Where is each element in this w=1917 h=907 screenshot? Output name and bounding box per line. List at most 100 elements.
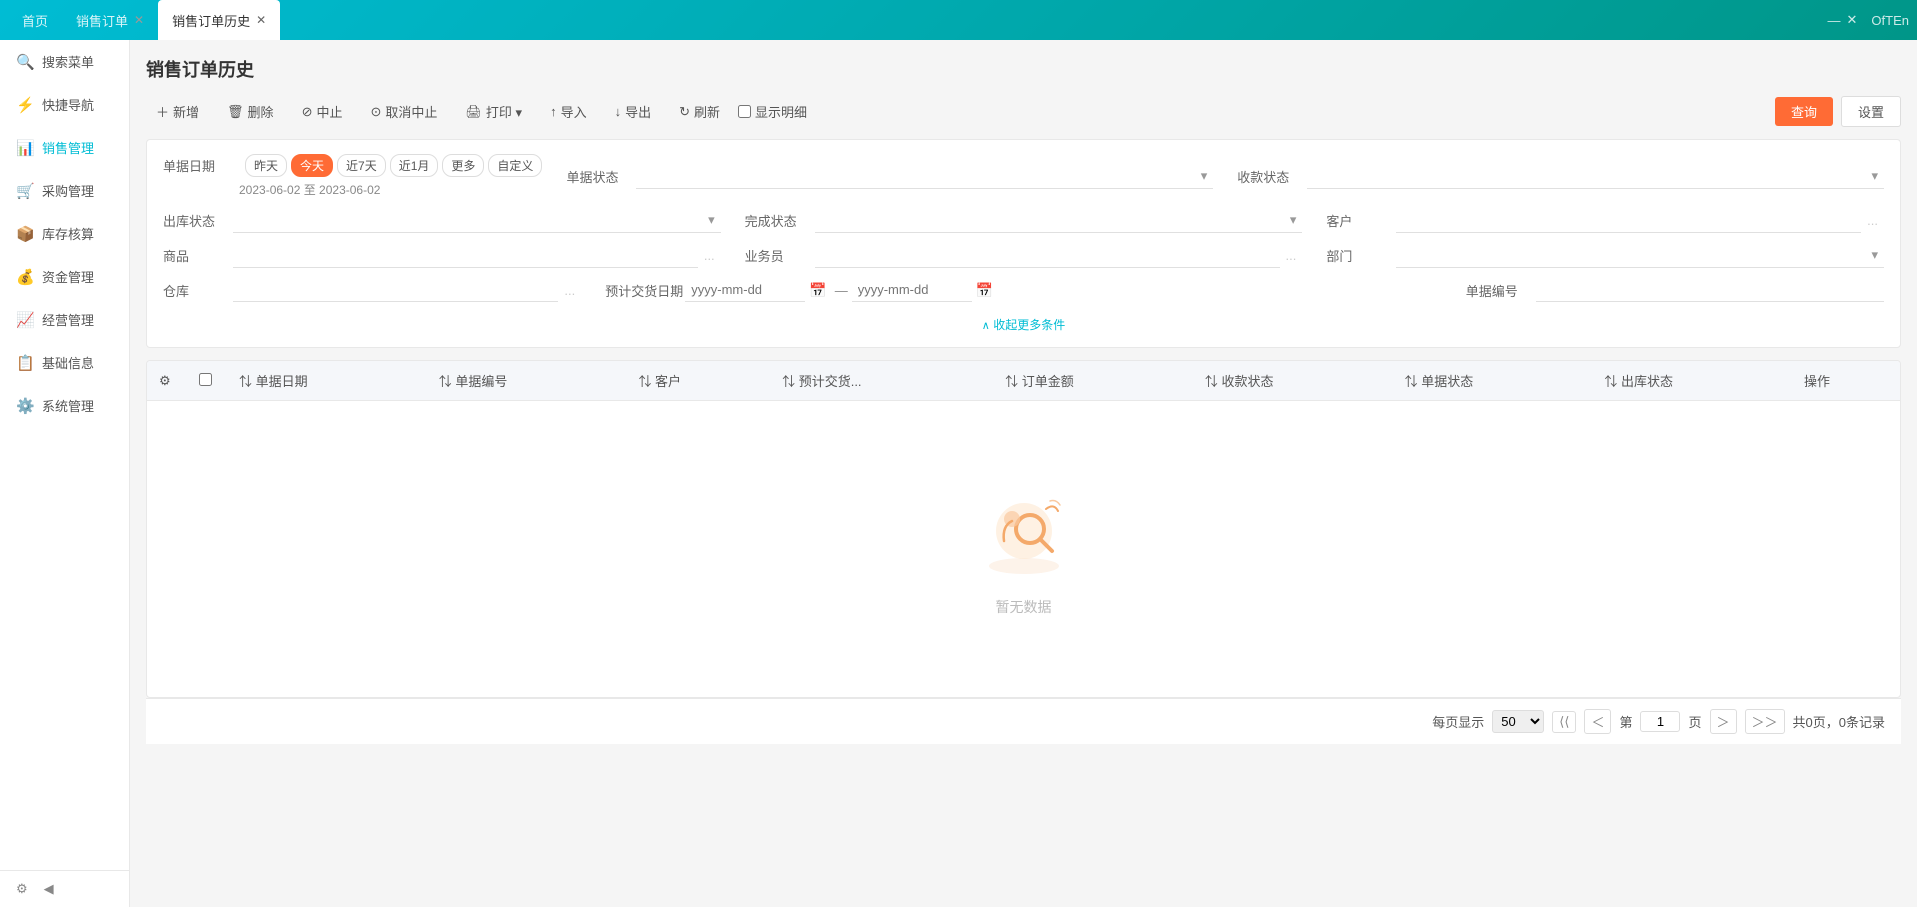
date-btn-today[interactable]: 今天 <box>291 154 333 177</box>
delete-icon: 🗑 <box>227 104 244 120</box>
sales-mgmt-icon: 📊 <box>16 139 34 157</box>
col-amount[interactable]: ⇅ 订单金额 <box>993 361 1193 401</box>
delivery-date-field: 预计交货日期 📅 — 📅 <box>605 278 1442 302</box>
current-page-input[interactable] <box>1640 711 1680 732</box>
calendar-to-icon[interactable]: 📅 <box>976 282 993 299</box>
window-min[interactable]: — <box>1828 13 1841 28</box>
export-icon: ↓ <box>615 104 622 119</box>
export-button[interactable]: ↓ 导出 <box>605 97 662 126</box>
col-checkbox[interactable] <box>187 361 227 401</box>
sidebar-item-operations[interactable]: 📈 经营管理 <box>0 298 129 341</box>
window-close[interactable]: ✕ <box>1847 12 1858 28</box>
col-operation: 操作 <box>1792 361 1900 401</box>
cancel-stop-button[interactable]: ⊙ 取消中止 <box>360 97 447 126</box>
empty-state: 暂无数据 <box>147 401 1900 697</box>
date-btn-custom[interactable]: 自定义 <box>488 154 542 177</box>
data-table: ⚙ ⇅ 单据日期 ⇅ 单据编号 ⇅ 客户 <box>147 361 1900 697</box>
import-icon: ↑ <box>550 104 557 119</box>
out-stock-select[interactable]: ▾ <box>233 208 721 233</box>
filter-row-4: 仓库 ... 预计交货日期 📅 — 📅 单据编号 <box>163 278 1884 302</box>
sidebar-settings-icon[interactable]: ⚙ <box>16 881 28 897</box>
settings-button[interactable]: 设置 <box>1841 96 1901 127</box>
inventory-icon: 📦 <box>16 225 34 243</box>
tab-close-history[interactable]: ✕ <box>256 13 266 27</box>
col-order-no[interactable]: ⇅ 单据编号 <box>427 361 627 401</box>
per-page-select[interactable]: 10 20 50 100 <box>1492 710 1544 733</box>
collapse-row[interactable]: ∧ 收起更多条件 <box>163 312 1884 333</box>
next-page-button[interactable]: ＞ <box>1710 709 1737 734</box>
salesman-input[interactable] <box>815 244 1280 268</box>
delivery-date-from[interactable] <box>685 278 805 302</box>
select-all-checkbox[interactable] <box>199 373 212 386</box>
toolbar: ＋ 新增 🗑 删除 ⊘ 中止 ⊙ 取消中止 🖨 打印 ▾ ↑ 导入 <box>146 96 1901 127</box>
delete-button[interactable]: 🗑 删除 <box>217 97 284 126</box>
col-date[interactable]: ⇅ 单据日期 <box>227 361 427 401</box>
sidebar-item-system-mgmt[interactable]: ⚙️ 系统管理 <box>0 384 129 427</box>
system-mgmt-icon: ⚙️ <box>16 397 34 415</box>
tab-close-sales-order[interactable]: ✕ <box>134 13 144 27</box>
sidebar-item-search-menu[interactable]: 🔍 搜索菜单 <box>0 40 129 83</box>
complete-chevron-icon: ▾ <box>1290 212 1297 228</box>
tab-sales-order-history[interactable]: 销售订单历史 ✕ <box>158 0 280 40</box>
date-field: 单据日期 昨天 今天 近7天 近1月 更多 自定义 2023-06-02 至 2… <box>163 154 542 198</box>
tab-sales-order[interactable]: 销售订单 ✕ <box>62 0 158 40</box>
sidebar-item-inventory[interactable]: 📦 库存核算 <box>0 212 129 255</box>
sidebar-collapse-icon[interactable]: ◀ <box>44 881 54 897</box>
page-suffix: 页 <box>1688 712 1701 731</box>
order-no-input[interactable] <box>1536 278 1884 302</box>
stop-button[interactable]: ⊘ 中止 <box>292 97 353 126</box>
warehouse-dots[interactable]: ... <box>558 283 581 298</box>
col-order-status[interactable]: ⇅ 单据状态 <box>1393 361 1593 401</box>
col-settings[interactable]: ⚙ <box>147 361 187 401</box>
show-detail-checkbox-label[interactable]: 显示明细 <box>738 102 807 121</box>
tab-home[interactable]: 首页 <box>8 0 62 40</box>
sidebar-item-basic-info[interactable]: 📋 基础信息 <box>0 341 129 384</box>
col-receipt-status[interactable]: ⇅ 收款状态 <box>1193 361 1393 401</box>
date-btn-yesterday[interactable]: 昨天 <box>245 154 287 177</box>
receipt-status-field: 收款状态 ▾ <box>1237 164 1884 189</box>
page-title: 销售订单历史 <box>146 56 1901 82</box>
date-btn-1month[interactable]: 近1月 <box>390 154 439 177</box>
sidebar-item-purchase-mgmt[interactable]: 🛒 采购管理 <box>0 169 129 212</box>
warehouse-input[interactable] <box>233 278 558 302</box>
order-no-field: 单据编号 <box>1466 278 1884 302</box>
salesman-dots[interactable]: ... <box>1280 248 1303 263</box>
receipt-status-select[interactable]: ▾ <box>1307 164 1884 189</box>
search-menu-icon: 🔍 <box>16 53 34 71</box>
import-button[interactable]: ↑ 导入 <box>540 97 597 126</box>
date-btn-more[interactable]: 更多 <box>442 154 484 177</box>
col-delivery-date[interactable]: ⇅ 预计交货... <box>770 361 993 401</box>
chevron-down-icon: ▾ <box>1201 168 1208 184</box>
sidebar-bottom: ⚙ ◀ <box>0 870 129 907</box>
new-button[interactable]: ＋ 新增 <box>146 97 209 126</box>
sidebar-item-sales-mgmt[interactable]: 📊 销售管理 <box>0 126 129 169</box>
top-bar: 首页 销售订单 ✕ 销售订单历史 ✕ — ✕ OfTEn <box>0 0 1917 40</box>
refresh-button[interactable]: ↻ 刷新 <box>669 97 730 126</box>
col-out-stock-status[interactable]: ⇅ 出库状态 <box>1592 361 1792 401</box>
status-field: 单据状态 ▾ <box>566 164 1213 189</box>
dept-select[interactable]: ▾ <box>1396 243 1884 268</box>
customer-dots[interactable]: ... <box>1861 213 1884 228</box>
status-select[interactable]: ▾ <box>636 164 1213 189</box>
prev-page-button[interactable]: ＜ <box>1584 709 1611 734</box>
sidebar-item-finance[interactable]: 💰 资金管理 <box>0 255 129 298</box>
first-page-button[interactable]: ⟨⟨ <box>1552 711 1576 733</box>
last-page-button[interactable]: ＞＞ <box>1745 709 1785 734</box>
col-customer[interactable]: ⇅ 客户 <box>626 361 770 401</box>
query-button[interactable]: 查询 <box>1775 97 1833 126</box>
empty-illustration <box>974 481 1074 581</box>
goods-input[interactable] <box>233 244 698 268</box>
collapse-text[interactable]: 收起更多条件 <box>993 318 1065 332</box>
filter-row-2: 出库状态 ▾ 完成状态 ▾ 客户 <box>163 208 1884 233</box>
total-records: 共0页，0条记录 <box>1793 712 1885 731</box>
delivery-date-to[interactable] <box>852 278 972 302</box>
date-btn-7days[interactable]: 近7天 <box>337 154 386 177</box>
calendar-from-icon[interactable]: 📅 <box>809 282 826 299</box>
print-button[interactable]: 🖨 打印 ▾ <box>455 97 532 126</box>
print-icon: 🖨 <box>465 104 482 120</box>
sidebar-item-quick-nav[interactable]: ⚡ 快捷导航 <box>0 83 129 126</box>
customer-input[interactable] <box>1396 209 1861 233</box>
show-detail-checkbox[interactable] <box>738 105 751 118</box>
goods-dots[interactable]: ... <box>698 248 721 263</box>
complete-select[interactable]: ▾ <box>815 208 1303 233</box>
